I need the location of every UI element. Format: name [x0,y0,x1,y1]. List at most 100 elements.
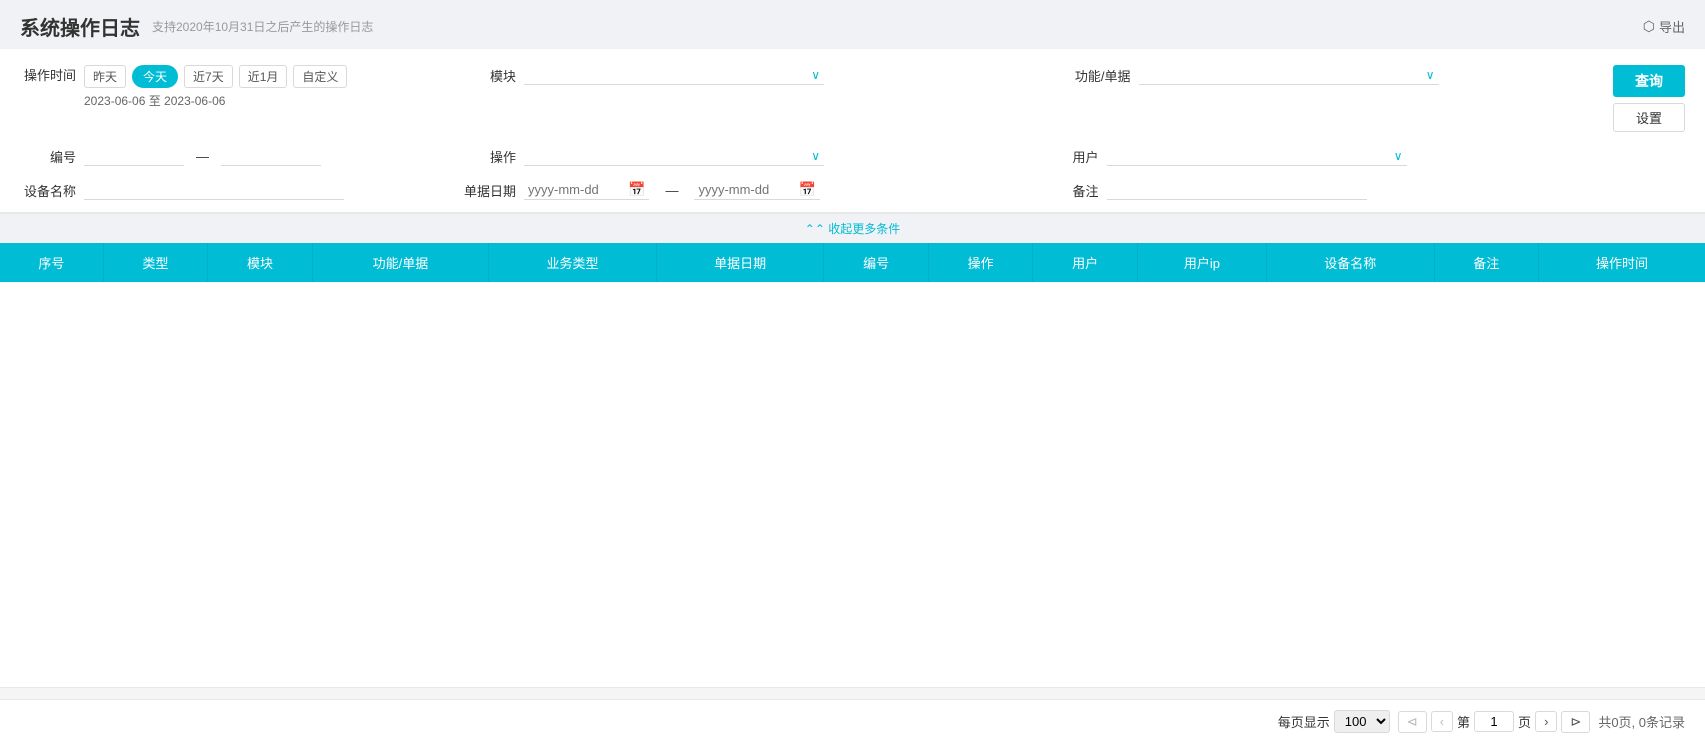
data-table: 序号 类型 模块 功能/单据 业务类型 单据日期 编号 操作 用户 用户ip 设… [0,243,1705,622]
date-to-input[interactable] [694,180,794,199]
page-nav: ⊲ ‹ 第 页 › ⊳ [1398,711,1591,733]
date-label: 单据日期 [460,181,516,200]
module-input[interactable] [524,65,807,84]
operation-select-wrapper: ∨ [524,146,824,166]
table-body [0,282,1705,622]
function-input[interactable] [1139,65,1422,84]
user-chevron-icon[interactable]: ∨ [1390,149,1407,163]
col-biz-type: 业务类型 [489,243,657,282]
operation-chevron-icon[interactable]: ∨ [807,149,824,163]
first-page-button[interactable]: ⊲ [1398,711,1427,733]
time-btn-7days[interactable]: 近7天 [184,65,233,88]
operation-input[interactable] [524,146,807,165]
header-left: 系统操作日志 支持2020年10月31日之后产生的操作日志 [20,12,373,41]
remark-input[interactable] [1107,180,1367,200]
horizontal-scrollbar[interactable] [0,687,1705,699]
col-operation: 操作 [928,243,1032,282]
total-info: 共0页, 0条记录 [1598,712,1685,731]
filter-row-1: 操作时间 昨天 今天 近7天 近1月 自定义 2023-06-06 至 2023… [20,65,1685,132]
function-select-wrapper: ∨ [1139,65,1439,85]
page-unit: 页 [1518,712,1531,731]
col-op-time: 操作时间 [1539,243,1705,282]
col-number: 编号 [824,243,928,282]
collapse-up-icon: ⌃⌃ [805,222,825,236]
module-label: 模块 [460,66,516,85]
device-input[interactable] [84,180,344,200]
query-button[interactable]: 查询 [1613,65,1685,97]
last-page-button[interactable]: ⊳ [1561,711,1590,733]
export-icon: ⬡ [1643,18,1655,35]
module-chevron-icon[interactable]: ∨ [807,68,824,82]
remark-filter: 备注 [1043,180,1546,200]
remark-label: 备注 [1043,181,1099,200]
page-number-input[interactable] [1474,711,1514,732]
time-btn-yesterday[interactable]: 昨天 [84,65,126,88]
col-device: 设备名称 [1266,243,1434,282]
page-subtitle: 支持2020年10月31日之后产生的操作日志 [152,18,373,35]
next-page-button[interactable]: › [1535,711,1557,732]
date-from-input[interactable] [524,180,624,199]
number-to-input[interactable] [221,146,321,166]
time-btn-custom[interactable]: 自定义 [293,65,347,88]
number-from-input[interactable] [84,146,184,166]
user-input[interactable] [1107,146,1390,165]
per-page-select: 每页显示 100 50 200 [1278,710,1390,733]
action-buttons: 查询 设置 [1613,65,1685,132]
collapse-label: 收起更多条件 [828,222,900,236]
operation-label: 操作 [460,147,516,166]
col-type: 类型 [103,243,207,282]
table-container: 序号 类型 模块 功能/单据 业务类型 单据日期 编号 操作 用户 用户ip 设… [0,243,1705,687]
time-label: 操作时间 [20,65,76,84]
user-select-wrapper: ∨ [1107,146,1407,166]
time-buttons: 昨天 今天 近7天 近1月 自定义 [84,65,347,88]
col-module: 模块 [208,243,312,282]
col-function: 功能/单据 [312,243,488,282]
module-select-wrapper: ∨ [524,65,824,85]
col-remark: 备注 [1434,243,1538,282]
filter-area: 操作时间 昨天 今天 近7天 近1月 自定义 2023-06-06 至 2023… [0,49,1705,213]
table-header-row: 序号 类型 模块 功能/单据 业务类型 单据日期 编号 操作 用户 用户ip 设… [0,243,1705,282]
page-title: 系统操作日志 [20,12,140,41]
function-chevron-icon[interactable]: ∨ [1422,68,1439,82]
number-dash: — [196,149,209,164]
number-filter: 编号 — [20,146,380,166]
per-page-dropdown[interactable]: 100 50 200 [1334,710,1390,733]
time-filter-section: 昨天 今天 近7天 近1月 自定义 2023-06-06 至 2023-06-0… [84,65,347,109]
date-to-wrapper: 📅 [694,180,819,200]
col-date: 单据日期 [656,243,824,282]
time-range-display: 2023-06-06 至 2023-06-06 [84,92,347,109]
pagination-bar: 每页显示 100 50 200 ⊲ ‹ 第 页 › ⊳ 共0页, 0条记录 [0,699,1705,743]
date-dash: — [665,183,678,198]
number-range: — [84,146,321,166]
col-user-ip: 用户ip [1137,243,1266,282]
page-header: 系统操作日志 支持2020年10月31日之后产生的操作日志 ⬡ 导出 [0,0,1705,49]
settings-button[interactable]: 设置 [1613,103,1685,132]
date-from-wrapper: 📅 [524,180,649,200]
date-filter: 单据日期 📅 — 📅 [460,180,963,200]
function-filter: 功能/单据 ∨ [1067,65,1594,85]
device-filter: 设备名称 [20,180,380,200]
number-label: 编号 [20,147,76,166]
calendar-to-icon[interactable]: 📅 [794,181,819,198]
export-button[interactable]: ⬡ 导出 [1643,17,1685,36]
filter-row-2: 编号 — 操作 ∨ 用户 ∨ [20,146,1685,166]
filter-row-3: 设备名称 单据日期 📅 — 📅 备注 [20,180,1685,200]
time-filter: 操作时间 昨天 今天 近7天 近1月 自定义 2023-06-06 至 2023… [20,65,380,109]
user-label: 用户 [1043,147,1099,166]
col-index: 序号 [0,243,103,282]
function-label: 功能/单据 [1067,66,1131,85]
device-label: 设备名称 [20,181,76,200]
calendar-from-icon[interactable]: 📅 [624,181,649,198]
page-label: 第 [1457,712,1470,731]
time-btn-today[interactable]: 今天 [132,65,178,88]
per-page-label: 每页显示 [1278,712,1330,731]
operation-filter: 操作 ∨ [460,146,963,166]
export-label: 导出 [1659,17,1685,36]
module-filter: 模块 ∨ [460,65,987,85]
time-btn-1month[interactable]: 近1月 [239,65,288,88]
col-user: 用户 [1033,243,1137,282]
collapse-bar[interactable]: ⌃⌃ 收起更多条件 [0,213,1705,243]
scrollbar-inner [0,688,1705,689]
prev-page-button[interactable]: ‹ [1431,711,1453,732]
user-filter: 用户 ∨ [1043,146,1546,166]
